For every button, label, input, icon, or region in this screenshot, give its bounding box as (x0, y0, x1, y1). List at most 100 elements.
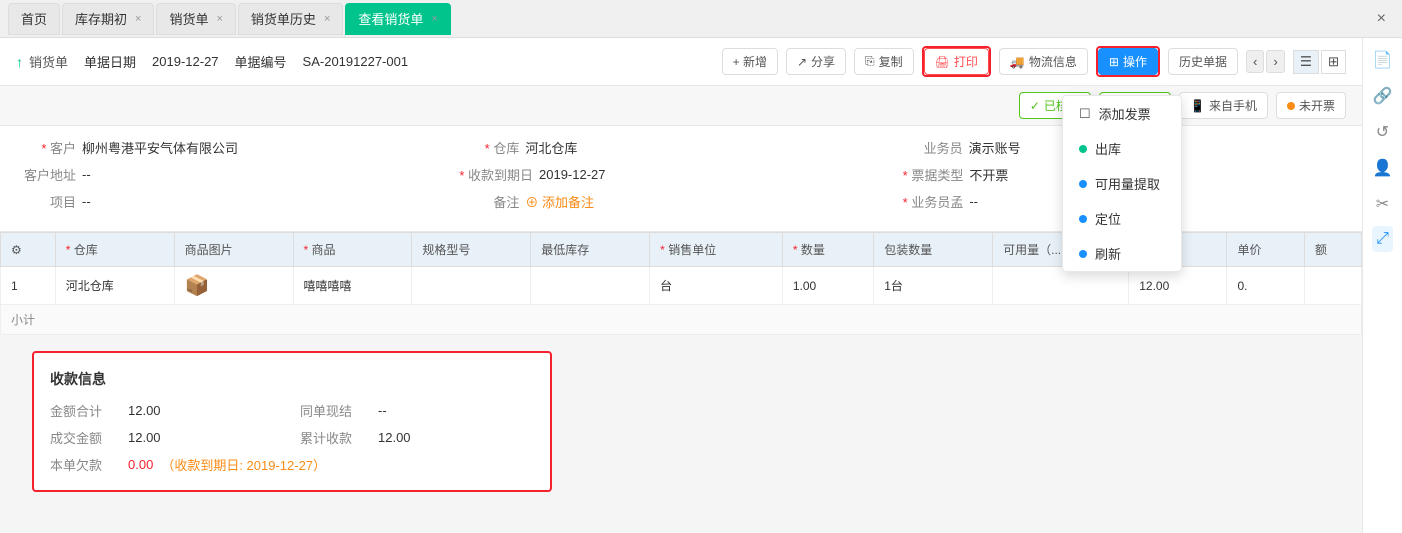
remark-label: 备注 (459, 192, 519, 211)
this-due-label: 本单欠款 (50, 455, 120, 474)
dropdown-add-invoice[interactable]: ☐ 添加发票 (1063, 96, 1181, 131)
col-pack-qty: 包装数量 (874, 233, 993, 267)
doc-header: ↑ 销货单 单据日期 2019-12-27 单据编号 SA-20191227-0… (0, 38, 1362, 86)
tab-label: 销货单 (169, 9, 208, 28)
payment-section: 收款信息 金额合计 12.00 同单现结 -- 成交金额 12.00 累计收款 … (0, 335, 1362, 508)
not-open-button[interactable]: 未开票 (1276, 92, 1346, 119)
dropdown-locate[interactable]: 定位 (1063, 201, 1181, 236)
operation-dropdown: ☐ 添加发票 出库 可用量提取 定位 刷新 (1062, 95, 1182, 272)
total-collected-value: 12.00 (378, 430, 411, 445)
grid-view-button[interactable]: ⊞ (1321, 50, 1346, 74)
address-field: 客户地址 -- (16, 165, 459, 184)
col-spec: 规格型号 (412, 233, 531, 267)
locate-label: 定位 (1095, 209, 1121, 228)
ticket-type-label: 票据类型 (903, 165, 964, 184)
date-value: 2019-12-27 (152, 54, 219, 69)
amount-total-label: 金额合计 (50, 401, 120, 420)
copy-icon: ⎘ (865, 54, 875, 69)
sidebar-doc-icon[interactable]: 📄 (1369, 46, 1397, 74)
amount-total-value: 12.00 (128, 403, 161, 418)
logistics-button[interactable]: 🚚 物流信息 (999, 48, 1088, 75)
dropdown-available-extract[interactable]: 可用量提取 (1063, 166, 1181, 201)
col-min-stock: 最低库存 (531, 233, 650, 267)
new-button[interactable]: + 新增 (722, 48, 778, 75)
add-invoice-label: 添加发票 (1099, 104, 1151, 123)
phone-button[interactable]: 📱 来自手机 (1179, 92, 1268, 119)
sidebar-expand-icon[interactable]: ⤢ (1372, 226, 1393, 252)
share-label: 分享 (811, 53, 835, 70)
doc-title-section: ↑ 销货单 (16, 52, 68, 71)
tab-close-icon[interactable]: × (431, 13, 437, 25)
cell-available (993, 267, 1129, 305)
customer-label: 客户 (16, 138, 76, 157)
warehouse-value: 河北仓库 (525, 138, 577, 157)
invoice-icon: ☐ (1079, 106, 1091, 122)
dropdown-refresh[interactable]: 刷新 (1063, 236, 1181, 271)
col-product: 商品 (293, 233, 412, 267)
tab-home-label: 首页 (21, 9, 47, 28)
deal-amount-label: 成交金额 (50, 428, 120, 447)
sidebar-refresh-icon[interactable]: ↺ (1372, 118, 1393, 146)
address-label: 客户地址 (16, 165, 76, 184)
sidebar-cut-icon[interactable]: ✂ (1372, 190, 1393, 218)
tab-inventory-init[interactable]: 库存期初 × (62, 3, 154, 35)
print-label: 打印 (954, 53, 978, 70)
locate-dot (1079, 215, 1087, 223)
copy-button[interactable]: ⎘ 复制 (854, 48, 914, 75)
dropdown-outbound[interactable]: 出库 (1063, 131, 1181, 166)
address-value: -- (82, 167, 91, 182)
refresh-label: 刷新 (1095, 244, 1121, 263)
prev-button[interactable]: ‹ (1246, 50, 1264, 73)
operation-highlight-box: ⊞ 操作 (1096, 46, 1160, 77)
tab-close-icon[interactable]: × (324, 13, 330, 25)
customer-field: 客户 柳州粤港平安气体有限公司 (16, 138, 459, 157)
tab-sales-order[interactable]: 销货单 × (156, 3, 235, 35)
sidebar-link-icon[interactable]: 🔗 (1369, 82, 1397, 110)
operation-button[interactable]: ⊞ 操作 (1098, 48, 1158, 75)
doc-type-icon: ↑ (16, 54, 23, 70)
cell-pack-qty: 1台 (874, 267, 993, 305)
next-button[interactable]: › (1266, 50, 1284, 73)
warehouse-label: 仓库 (459, 138, 519, 157)
doc-type-label: 销货单 (29, 52, 68, 71)
col-image: 商品图片 (174, 233, 293, 267)
check-icon: ✓ (1030, 99, 1040, 113)
remark-add[interactable]: ⊕ 添加备注 (525, 192, 594, 211)
same-order-label: 同单现结 (300, 401, 370, 420)
print-button[interactable]: 🖨 打印 (924, 48, 989, 75)
due-date-field: 收款到期日 2019-12-27 (459, 165, 902, 184)
history-button[interactable]: 历史单据 (1168, 48, 1238, 75)
deal-amount-value: 12.00 (128, 430, 161, 445)
tab-close-icon[interactable]: × (135, 13, 141, 25)
tab-label: 查看销货单 (358, 9, 423, 28)
col-unit: 销售单位 (650, 233, 783, 267)
not-open-label: 未开票 (1299, 97, 1335, 114)
cell-image: 📦 (174, 267, 293, 305)
tab-close-icon[interactable]: × (216, 13, 222, 25)
tab-sales-history[interactable]: 销货单历史 × (238, 3, 343, 35)
payment-panel-title: 收款信息 (50, 369, 534, 389)
operation-icon: ⊞ (1109, 55, 1119, 69)
tab-home[interactable]: 首页 (8, 3, 60, 35)
subtotal-row: 小计 (1, 305, 1362, 335)
cell-price: 0. (1227, 267, 1305, 305)
tab-label: 销货单历史 (251, 9, 316, 28)
payment-grid: 金额合计 12.00 同单现结 -- 成交金额 12.00 累计收款 12.00… (50, 401, 534, 474)
customer-value: 柳州粤港平安气体有限公司 (82, 138, 238, 157)
deal-amount-row: 成交金额 12.00 (50, 428, 284, 447)
project-value: -- (82, 194, 91, 209)
col-quantity: 数量 (782, 233, 873, 267)
doc-meta: 单据日期 2019-12-27 单据编号 SA-20191227-001 (84, 52, 408, 71)
share-button[interactable]: ↗ 分享 (786, 48, 846, 75)
history-label: 历史单据 (1179, 53, 1227, 70)
sidebar-user-icon[interactable]: 👤 (1369, 154, 1397, 182)
global-close-button[interactable]: × (1369, 6, 1394, 32)
project-field: 项目 -- (16, 192, 459, 211)
tab-view-sales[interactable]: 查看销货单 × (345, 3, 450, 35)
tab-label: 库存期初 (75, 9, 127, 28)
phone-icon: 📱 (1190, 99, 1205, 113)
this-due-value: 0.00 (128, 457, 153, 472)
col-settings[interactable]: ⚙ (1, 233, 56, 267)
list-view-button[interactable]: ☰ (1293, 50, 1319, 74)
cell-unit: 台 (650, 267, 783, 305)
